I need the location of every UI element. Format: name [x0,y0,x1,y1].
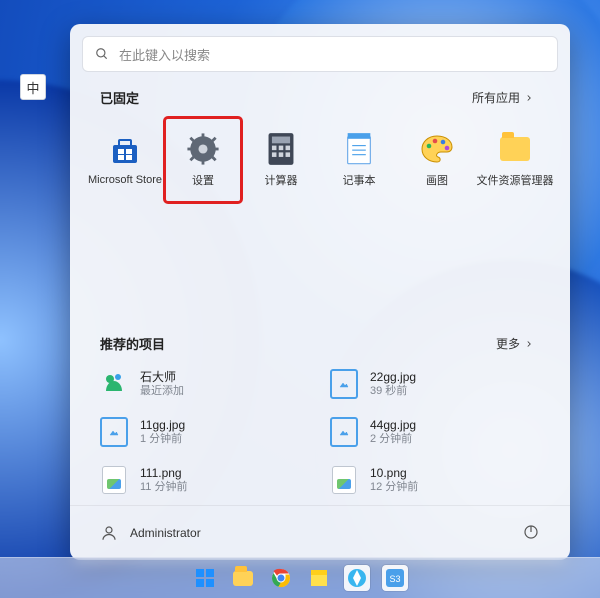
png-file-icon [100,466,128,494]
palette-icon [420,132,454,166]
taskbar-start-button[interactable] [192,565,218,591]
taskbar-explorer[interactable] [230,565,256,591]
search-icon [95,47,109,61]
recommended-item[interactable]: 111.png11 分钟前 [100,461,310,499]
user-name: Administrator [130,526,201,540]
ime-indicator[interactable]: 中 [20,74,46,100]
recommended-item[interactable]: 10.png12 分钟前 [330,461,540,499]
taskbar: S3 [0,557,600,598]
image-file-icon [330,418,358,446]
recommended-item[interactable]: 44gg.jpg2 分钟前 [330,413,540,451]
folder-icon [498,132,532,166]
image-file-icon [330,370,358,398]
notepad-icon [342,132,376,166]
store-icon [108,134,142,168]
pinned-app-paint[interactable]: 画图 [398,117,476,203]
chevron-right-icon [524,339,534,349]
user-account-button[interactable]: Administrator [100,524,201,542]
pinned-app-calculator[interactable]: 计算器 [242,117,320,203]
pinned-app-notepad[interactable]: 记事本 [320,117,398,203]
chevron-right-icon [524,93,534,103]
pinned-app-settings[interactable]: 设置 [164,117,242,203]
search-placeholder: 在此键入以搜索 [119,45,210,64]
pinned-app-file-explorer[interactable]: 文件资源管理器 [476,117,554,203]
taskbar-chrome[interactable] [268,565,294,591]
pinned-heading: 已固定 [100,88,139,107]
power-icon [522,523,540,541]
user-icon [100,524,118,542]
start-menu: 在此键入以搜索 已固定 所有应用 Microsoft Store 设置 [70,24,570,560]
power-button[interactable] [522,523,540,544]
taskbar-app-s3[interactable]: S3 [382,565,408,591]
pinned-app-microsoft-store[interactable]: Microsoft Store [86,117,164,203]
all-apps-button[interactable]: 所有应用 [466,88,540,107]
more-button[interactable]: 更多 [490,334,540,353]
recommended-item[interactable]: 石大师最近添加 [100,365,310,403]
png-file-icon [330,466,358,494]
app-icon [100,370,128,398]
taskbar-sticky-notes[interactable] [306,565,332,591]
svg-text:S3: S3 [389,574,400,584]
taskbar-browser[interactable] [344,565,370,591]
gear-icon [186,132,220,166]
recommended-item[interactable]: 11gg.jpg1 分钟前 [100,413,310,451]
recommended-heading: 推荐的项目 [100,334,165,353]
image-file-icon [100,418,128,446]
search-box[interactable]: 在此键入以搜索 [82,36,558,72]
recommended-item[interactable]: 22gg.jpg39 秒前 [330,365,540,403]
calculator-icon [264,132,298,166]
